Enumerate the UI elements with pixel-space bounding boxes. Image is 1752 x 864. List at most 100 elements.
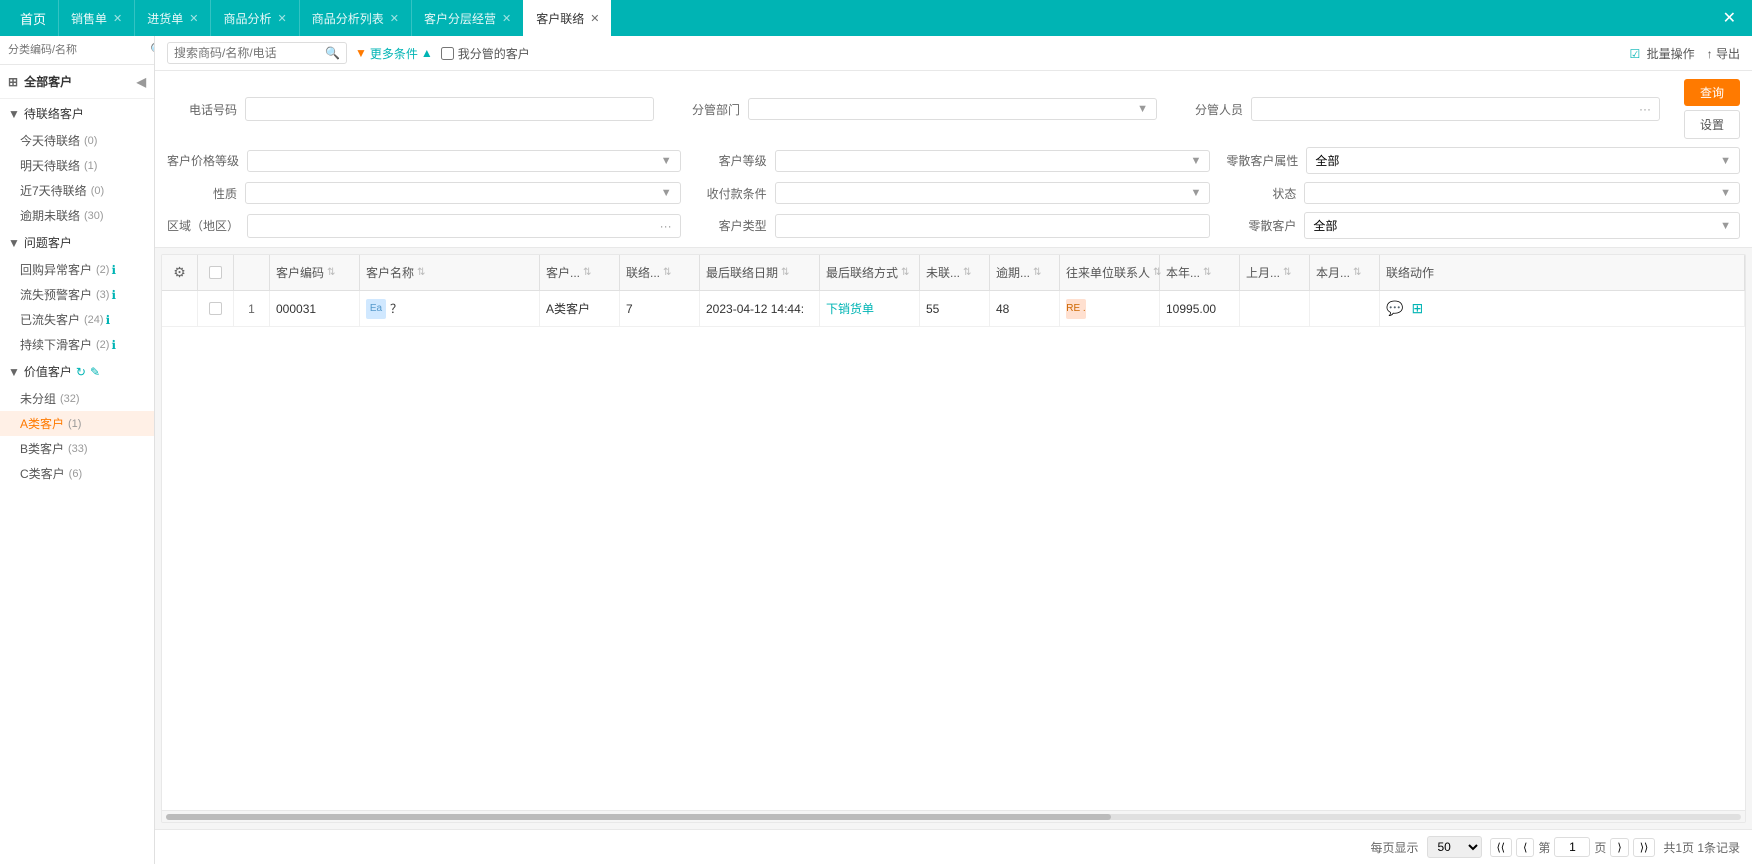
- nav-window-close[interactable]: ✕: [1715, 8, 1744, 28]
- th-name-sort: ⇅: [417, 267, 425, 278]
- search-input[interactable]: [174, 46, 325, 60]
- sidebar-item-7days[interactable]: 近7天待联络 (0): [0, 178, 154, 203]
- nav-tab-sales-close[interactable]: ✕: [113, 12, 122, 25]
- sidebar-item-churned[interactable]: 已流失客户 (24) ℹ: [0, 307, 154, 332]
- sidebar-item-class-a[interactable]: A类客户 (1): [0, 411, 154, 436]
- total-records: 共1页 1条记录: [1663, 839, 1740, 856]
- th-settings[interactable]: ⚙: [162, 255, 198, 290]
- filter-scattered-arrow: ▼: [1720, 220, 1731, 232]
- nav-tab-analysis-list[interactable]: 商品分析列表 ✕: [299, 0, 411, 36]
- filter-payment-select[interactable]: ▼: [775, 182, 1211, 204]
- filter-payment-arrow: ▼: [1190, 187, 1201, 199]
- more-filter-btn[interactable]: ▼ 更多条件 ▲: [355, 45, 433, 62]
- filter-region-select[interactable]: ···: [247, 214, 681, 238]
- my-customer-checkbox[interactable]: [441, 47, 454, 60]
- th-action: 联络动作: [1380, 255, 1745, 290]
- refresh-icon[interactable]: ↻: [76, 365, 86, 379]
- th-action-label: 联络动作: [1386, 264, 1434, 281]
- sidebar-search-input[interactable]: [8, 44, 150, 56]
- th-overdue[interactable]: 逾期... ⇅: [990, 255, 1060, 290]
- th-checkbox-input[interactable]: [209, 266, 222, 279]
- search-icon[interactable]: 🔍: [325, 46, 340, 60]
- nav-tab-customer-contact-close[interactable]: ✕: [590, 12, 599, 25]
- info-icon-churn-warning: ℹ: [111, 288, 116, 302]
- sidebar-item-rebuy[interactable]: 回购异常客户 (2) ℹ: [0, 257, 154, 282]
- th-cur-month[interactable]: 本月... ⇅: [1310, 255, 1380, 290]
- filter-scattered-label: 零散客户: [1226, 217, 1296, 234]
- th-cur-year[interactable]: 本年... ⇅: [1160, 255, 1240, 290]
- row-class: A类客户: [546, 300, 590, 317]
- filter-customer-type-input[interactable]: [775, 214, 1211, 238]
- page-last-btn[interactable]: ⟩⟩: [1633, 838, 1656, 857]
- nav-home[interactable]: 首页: [8, 0, 58, 36]
- sidebar-item-unclassified[interactable]: 未分组 (32): [0, 386, 154, 411]
- filter-customer-level-select[interactable]: ▼: [775, 150, 1211, 172]
- row-name-avatar: Ea: [366, 299, 386, 319]
- horizontal-scrollbar[interactable]: [162, 810, 1745, 822]
- th-last-month-sort: ⇅: [1283, 267, 1291, 278]
- sidebar-item-unclassified-label: 未分组: [20, 390, 56, 407]
- th-uncontact[interactable]: 未联... ⇅: [920, 255, 990, 290]
- nav-tab-customer-contact[interactable]: 客户联络 ✕: [523, 0, 611, 36]
- row-checkbox[interactable]: [209, 302, 222, 315]
- th-contact[interactable]: 联络... ⇅: [620, 255, 700, 290]
- sidebar-group-pending[interactable]: ▼ 待联络客户: [0, 99, 154, 128]
- filter-person-select[interactable]: ···: [1251, 97, 1660, 121]
- nav-tab-purchase[interactable]: 进货单 ✕: [134, 0, 210, 36]
- grid-icon: ⊞: [8, 75, 18, 89]
- th-last-month[interactable]: 上月... ⇅: [1240, 255, 1310, 290]
- nav-tab-sales[interactable]: 销售单 ✕: [58, 0, 134, 36]
- th-class[interactable]: 客户... ⇅: [540, 255, 620, 290]
- filter-customer-level-label: 客户等级: [697, 152, 767, 169]
- gear-icon: ⚙: [173, 264, 186, 281]
- settings-btn[interactable]: 设置: [1684, 110, 1740, 139]
- row-method-link[interactable]: 下销货单: [826, 300, 874, 317]
- page-num-input[interactable]: [1554, 837, 1590, 857]
- filter-phone-input[interactable]: [245, 97, 654, 121]
- sidebar-item-tomorrow[interactable]: 明天待联络 (1): [0, 153, 154, 178]
- sidebar-group-value[interactable]: ▼ 价值客户 ↻ ✎: [0, 357, 154, 386]
- filter-price-level: 客户价格等级 ▼: [167, 150, 681, 172]
- sidebar-item-class-b[interactable]: B类客户 (33): [0, 436, 154, 461]
- nav-tab-customer-tier-close[interactable]: ✕: [502, 12, 511, 25]
- sidebar-item-overdue[interactable]: 逾期未联络 (30): [0, 203, 154, 228]
- page-first-btn[interactable]: ⟨⟨: [1490, 838, 1513, 857]
- filter-price-level-select[interactable]: ▼: [247, 150, 681, 172]
- action-chat-icon[interactable]: 💬: [1386, 300, 1403, 317]
- table-row: 1 000031 Ea ？ A类客户 7: [162, 291, 1745, 327]
- nav-tab-analysis-close[interactable]: ✕: [278, 12, 287, 25]
- filter-status-select[interactable]: ▼: [1304, 182, 1740, 204]
- nav-tab-analysis-list-close[interactable]: ✕: [390, 12, 399, 25]
- th-prev-company[interactable]: 往来单位联系人 ⇅: [1060, 255, 1160, 290]
- action-qr-icon[interactable]: ⊞: [1411, 300, 1423, 317]
- page-size-select[interactable]: 50 100 200: [1427, 836, 1482, 858]
- query-btn[interactable]: 查询: [1684, 79, 1740, 106]
- th-code[interactable]: 客户编码 ⇅: [270, 255, 360, 290]
- sidebar-item-overdue-label: 逾期未联络: [20, 207, 80, 224]
- sidebar-item-declining[interactable]: 持续下滑客户 (2) ℹ: [0, 332, 154, 357]
- page-prev-btn[interactable]: ⟨: [1516, 838, 1534, 857]
- edit-icon[interactable]: ✎: [90, 365, 100, 379]
- th-checkbox[interactable]: [198, 255, 234, 290]
- nav-tab-purchase-close[interactable]: ✕: [189, 12, 198, 25]
- th-date[interactable]: 最后联络日期 ⇅: [700, 255, 820, 290]
- nav-tab-customer-tier[interactable]: 客户分层经营 ✕: [411, 0, 523, 36]
- th-method[interactable]: 最后联络方式 ⇅: [820, 255, 920, 290]
- nav-tab-analysis[interactable]: 商品分析 ✕: [210, 0, 298, 36]
- filter-nature-select[interactable]: ▼: [245, 182, 681, 204]
- filter-scattered-attr-select[interactable]: 全部 ▼: [1306, 147, 1740, 174]
- filter-scattered-select[interactable]: 全部 ▼: [1304, 212, 1740, 239]
- sidebar-item-today[interactable]: 今天待联络 (0): [0, 128, 154, 153]
- th-name[interactable]: 客户名称 ⇅: [360, 255, 540, 290]
- sidebar-group-problem[interactable]: ▼ 问题客户: [0, 228, 154, 257]
- sidebar-item-churn-warning[interactable]: 流失预警客户 (3) ℹ: [0, 282, 154, 307]
- filter-dept-select[interactable]: ▼: [748, 98, 1157, 120]
- sidebar-item-class-c[interactable]: C类客户 (6): [0, 461, 154, 486]
- sidebar-all-customers-header[interactable]: ⊞ 全部客户 ◀: [0, 65, 154, 99]
- sidebar-collapse-icon[interactable]: ◀: [137, 75, 146, 89]
- page-next-btn[interactable]: ⟩: [1610, 838, 1628, 857]
- export-btn[interactable]: ↑ 导出: [1707, 45, 1740, 62]
- batch-op-btn[interactable]: ☑ 批量操作: [1630, 45, 1695, 62]
- td-checkbox[interactable]: [198, 291, 234, 326]
- filter-btn-group: 查询 设置: [1684, 79, 1740, 139]
